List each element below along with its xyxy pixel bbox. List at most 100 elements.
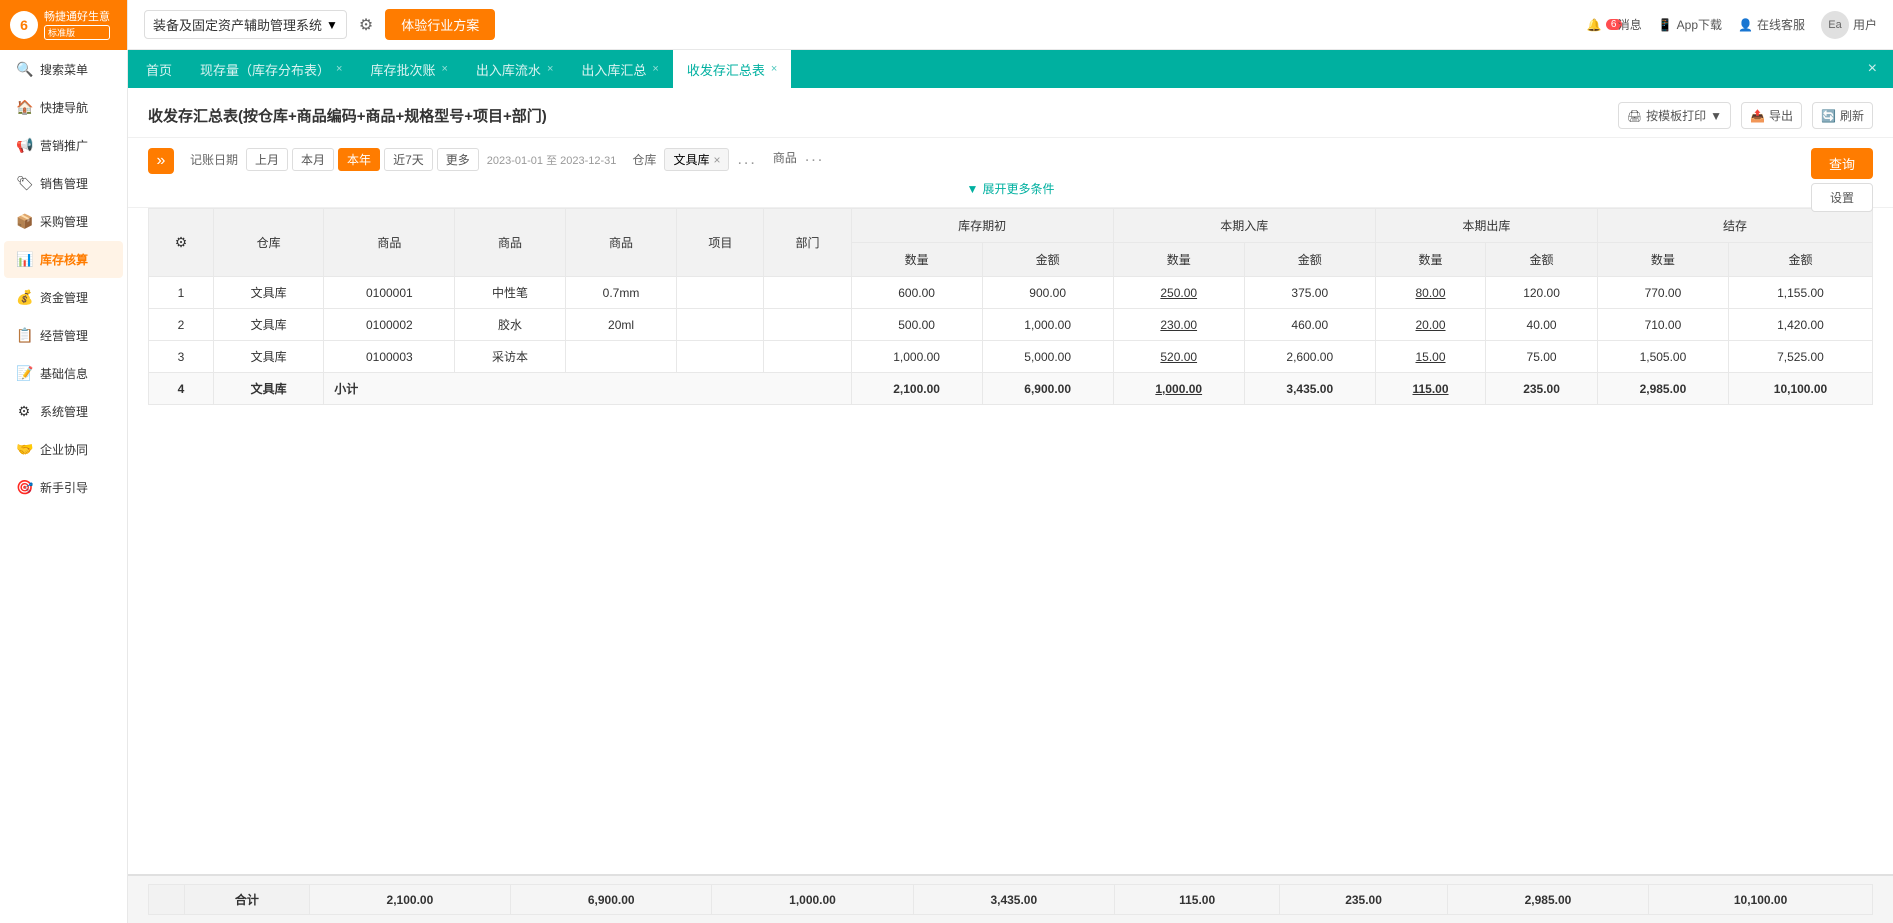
filter-settings-button[interactable]: 设置 [1811,183,1873,212]
sidebar-item-quick-nav[interactable]: 🏠 快捷导航 [4,89,123,126]
tab-bar-close[interactable]: × [1856,60,1889,78]
user-area[interactable]: Ea 用户 [1821,11,1877,39]
cell-out-qty-1[interactable]: 20.00 [1375,309,1485,341]
subtotal-close-qty: 2,985.00 [1597,373,1728,405]
tab-close-batch-ledger[interactable]: × [441,63,447,75]
date-shortcuts: 上月 本月 本年 近7天 更多 [246,148,479,171]
query-button[interactable]: 查询 [1811,148,1873,179]
tab-in-out-summary[interactable]: 出入库汇总 × [567,50,672,88]
subtotal-warehouse: 文具库 [213,373,323,405]
sidebar-item-sales[interactable]: 🏷 销售管理 [4,165,123,202]
nav-icon-enterprise: 🤝 [16,441,32,458]
refresh-button[interactable]: 🔄 刷新 [1812,102,1873,129]
cell-in-qty-2[interactable]: 520.00 [1113,341,1244,373]
data-table: ⚙ 仓库 商品 商品 商品 项目 部门 库存期初 本期入库 本期出库 结存 [148,208,1873,405]
app-download[interactable]: 📱 App下载 [1658,16,1722,33]
cell-dept-0 [764,277,851,309]
th-in-group: 本期入库 [1113,209,1375,243]
tab-in-out-flow[interactable]: 出入库流水 × [462,50,567,88]
notification-item[interactable]: 🔔 6 🔔 消息 [1587,16,1642,33]
print-button[interactable]: 🖨 按模板打印 ▼ [1618,102,1731,129]
nav-label-quick-nav: 快捷导航 [40,99,88,116]
sidebar-item-purchase[interactable]: 📦 采购管理 [4,203,123,240]
goods-more[interactable]: ... [805,148,824,166]
system-selector[interactable]: 装备及固定资产辅助管理系统 ▼ [144,10,347,39]
filter-toggle-button[interactable]: » [148,148,174,174]
th-out-group: 本期出库 [1375,209,1597,243]
cell-close-amt-0: 1,155.00 [1728,277,1872,309]
settings-icon[interactable]: ⚙ [359,15,373,35]
cell-in-qty-1[interactable]: 230.00 [1113,309,1244,341]
selector-chevron: ▼ [326,18,338,32]
cell-open-amt-0: 900.00 [982,277,1113,309]
system-name: 装备及固定资产辅助管理系统 [153,15,322,34]
sidebar-logo: 6 畅捷通好生意 标准版 [0,0,127,50]
warehouse-more[interactable]: ... [737,151,756,169]
nav-label-inventory: 库存核算 [40,251,88,268]
tab-close-in-out-summary[interactable]: × [652,63,658,75]
date-btn-this-month[interactable]: 本月 [292,148,334,171]
tab-close-receive-send-summary[interactable]: × [771,63,777,75]
sidebar-item-guide[interactable]: 🎯 新手引导 [4,469,123,506]
sidebar-item-system[interactable]: ⚙ 系统管理 [4,393,123,430]
sidebar-item-finance[interactable]: 💰 资金管理 [4,279,123,316]
th-settings[interactable]: ⚙ [149,209,214,277]
export-button[interactable]: 📤 导出 [1741,102,1802,129]
page-title: 收发存汇总表(按仓库+商品编码+商品+规格型号+项目+部门) [148,105,547,126]
cell-open-amt-2: 5,000.00 [982,341,1113,373]
cell-goods-code-2: 0100003 [324,341,455,373]
cell-project-2 [677,341,764,373]
warehouse-tag-close[interactable]: × [713,153,720,167]
subtotal-label: 小计 [324,373,851,405]
subtotal-open-amt: 6,900.00 [982,373,1113,405]
cell-project-1 [677,309,764,341]
phone-icon: 📱 [1658,18,1673,32]
page-actions: 🖨 按模板打印 ▼ 📤 导出 🔄 刷新 [1618,102,1873,129]
sidebar-item-enterprise[interactable]: 🤝 企业协同 [4,431,123,468]
cell-goods-spec-2 [565,341,677,373]
cell-goods-name-0: 中性笔 [455,277,565,309]
cell-goods-spec-1: 20ml [565,309,677,341]
nav-label-sales: 销售管理 [40,175,88,192]
sidebar-item-operations[interactable]: 📋 经营管理 [4,317,123,354]
subtotal-close-amt: 10,100.00 [1728,373,1872,405]
tab-close-inventory-distribution[interactable]: × [336,63,342,75]
th-open-qty: 数量 [851,243,982,277]
sidebar-item-search[interactable]: 🔍 搜索菜单 [4,51,123,88]
cell-in-qty-0[interactable]: 250.00 [1113,277,1244,309]
tab-label-inventory-distribution: 现存量（库存分布表） [200,60,330,79]
expand-conditions-button[interactable]: ▼ 展开更多条件 [967,180,1055,197]
footer-table: 合计 2,100.00 6,900.00 1,000.00 3,435.00 1… [148,884,1873,915]
nav-icon-operations: 📋 [16,327,32,344]
tab-inventory-distribution[interactable]: 现存量（库存分布表） × [186,50,356,88]
date-filter-group: 记账日期 上月 本月 本年 近7天 更多 2023-01-01 至 2023-1… [190,148,616,171]
table-settings-icon[interactable]: ⚙ [175,234,188,250]
tab-batch-ledger[interactable]: 库存批次账 × [356,50,461,88]
warehouse-tag: 文具库 × [664,148,729,171]
online-service[interactable]: 👤 在线客服 [1738,16,1805,33]
th-closing-group: 结存 [1597,209,1872,243]
trial-button[interactable]: 体验行业方案 [385,9,495,40]
date-btn-this-year[interactable]: 本年 [338,148,380,171]
logo-icon: 6 [10,11,38,39]
tab-home[interactable]: 首页 [132,50,186,88]
cell-open-qty-0: 600.00 [851,277,982,309]
sidebar: 6 畅捷通好生意 标准版 🔍 搜索菜单 🏠 快捷导航 📢 营销推广 🏷 销售管理… [0,0,128,923]
tab-receive-send-summary[interactable]: 收发存汇总表 × [673,50,791,88]
date-btn-7days[interactable]: 近7天 [384,148,433,171]
date-btn-last-month[interactable]: 上月 [246,148,288,171]
tab-bar: 首页 现存量（库存分布表） × 库存批次账 × 出入库流水 × 出入库汇总 × … [128,50,1893,88]
cell-out-qty-2[interactable]: 15.00 [1375,341,1485,373]
cell-out-qty-0[interactable]: 80.00 [1375,277,1485,309]
th-project: 项目 [677,209,764,277]
cell-serial-2: 3 [149,341,214,373]
tab-close-in-out-flow[interactable]: × [547,63,553,75]
notification-icon: 🔔 [1587,18,1602,32]
sidebar-item-marketing[interactable]: 📢 营销推广 [4,127,123,164]
nav-label-search: 搜索菜单 [40,61,88,78]
sidebar-item-inventory[interactable]: 📊 库存核算 [4,241,123,278]
date-btn-more[interactable]: 更多 [437,148,479,171]
sidebar-item-base-info[interactable]: 📝 基础信息 [4,355,123,392]
goods-filter-group: 商品 ... [773,148,824,166]
cell-serial-1: 2 [149,309,214,341]
